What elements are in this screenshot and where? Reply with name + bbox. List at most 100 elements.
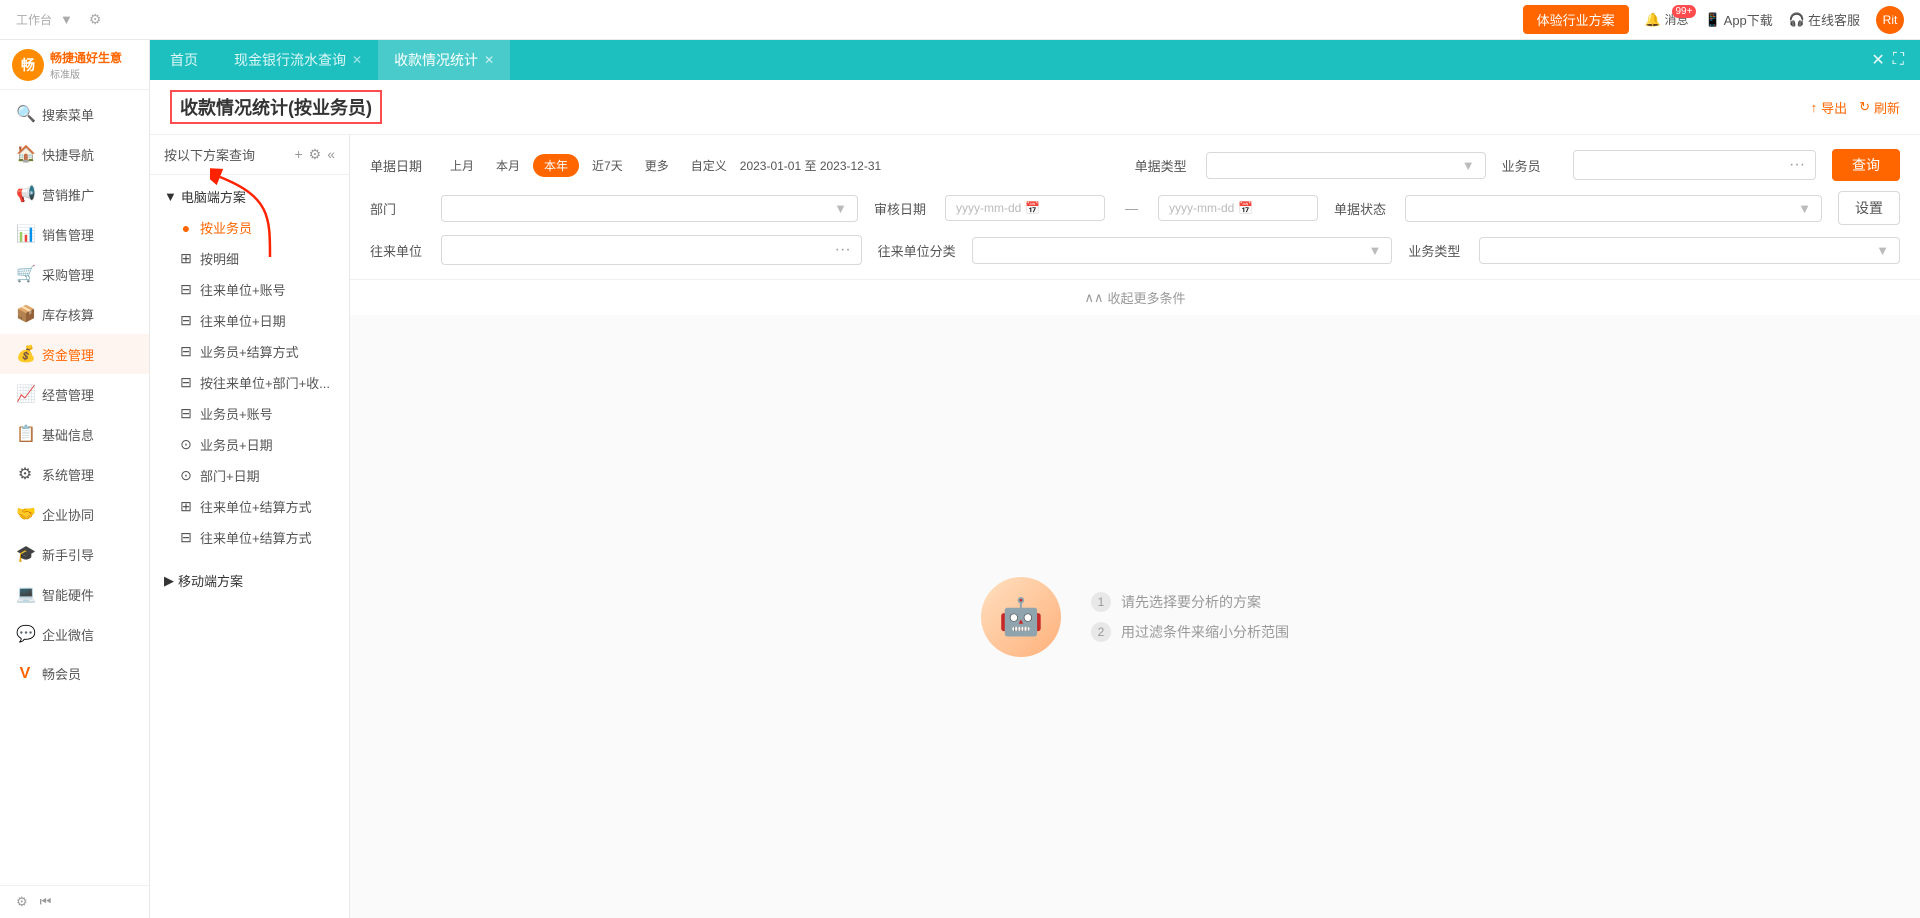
export-button[interactable]: ↑ 导出 [1811, 98, 1848, 117]
sidebar-item-purchase[interactable]: 🛒 采购管理 [0, 254, 149, 294]
collapse-left-panel-icon[interactable]: « [327, 146, 335, 163]
online-service[interactable]: 🎧 在线客服 [1789, 10, 1860, 29]
calendar-from-icon[interactable]: 📅 [1025, 201, 1040, 215]
user-avatar[interactable]: Rit [1876, 6, 1904, 34]
tree-item-salesman-settlement[interactable]: ⊟ 业务员+结算方式 [150, 336, 349, 367]
unit-dept-icon: ⊟ [178, 374, 194, 391]
tab-home[interactable]: 首页 [150, 40, 218, 80]
tree-item-by-detail[interactable]: ⊞ 按明细 [150, 243, 349, 274]
notification-area[interactable]: 🔔 消息 99+ [1645, 11, 1689, 28]
tree-expand-icon: ▼ [164, 189, 177, 204]
more-dots-partner[interactable]: ··· [835, 241, 851, 259]
settings-button[interactable]: 设置 [1838, 191, 1900, 225]
tab-collection-stat[interactable]: 收款情况统计 ✕ [378, 40, 510, 80]
main-layout: 畅 畅捷通好生意 标准版 🔍 搜索菜单 🏠 快捷导航 📢 营销推广 📊 [0, 40, 1920, 918]
tree-item-salesman-account[interactable]: ⊟ 业务员+账号 [150, 398, 349, 429]
salesman-account-icon: ⊟ [178, 405, 194, 422]
doc-type-select[interactable]: ▼ [1206, 152, 1486, 179]
sidebar-item-operations[interactable]: 📈 经营管理 [0, 374, 149, 414]
detail-icon: ⊞ [178, 250, 194, 267]
logo-icon: 畅 [12, 49, 44, 81]
tab-bank-flow[interactable]: 现金银行流水查询 ✕ [218, 40, 378, 80]
tab-close-collection[interactable]: ✕ [484, 53, 494, 67]
salesman-select[interactable]: ··· [1573, 150, 1816, 180]
tree-item-dept-date[interactable]: ⊙ 部门+日期 [150, 460, 349, 491]
sidebar-item-member[interactable]: V 畅会员 [0, 654, 149, 693]
tab-bar: 首页 现金银行流水查询 ✕ 收款情况统计 ✕ ✕ ⛶ [150, 40, 1920, 80]
partner-category-select[interactable]: ▼ [972, 237, 1393, 264]
left-panel-header: 按以下方案查询 + ⚙ « [150, 135, 349, 175]
review-date-from[interactable]: yyyy-mm-dd 📅 [945, 195, 1105, 221]
basic-info-icon: 📋 [16, 424, 34, 444]
filter-row-2: 部门 ▼ 审核日期 yyyy-mm-dd 📅 — yyyy-mm-dd [370, 191, 1900, 225]
more-dots-salesman[interactable]: ··· [1789, 156, 1805, 174]
scheme-settings-icon[interactable]: ⚙ [309, 146, 322, 163]
member-icon: V [16, 665, 34, 683]
query-button[interactable]: 查询 [1832, 149, 1900, 181]
date-btn-more[interactable]: 更多 [636, 153, 678, 178]
refresh-button[interactable]: ↻ 刷新 [1859, 98, 1900, 117]
sidebar-item-finance[interactable]: 💰 资金管理 [0, 334, 149, 374]
tree-mobile-header[interactable]: ▶ 移动端方案 [150, 565, 349, 596]
tab-close-all-icon[interactable]: ✕ [1871, 50, 1884, 70]
date-btn-last-7-days[interactable]: 近7天 [583, 153, 632, 178]
sidebar: 畅 畅捷通好生意 标准版 🔍 搜索菜单 🏠 快捷导航 📢 营销推广 📊 [0, 40, 150, 918]
add-scheme-icon[interactable]: + [294, 146, 302, 163]
gear-settings-icon[interactable]: ⚙ [89, 11, 102, 28]
bell-icon: 🔔 [1645, 12, 1661, 27]
tree-item-by-salesman[interactable]: ● 按业务员 [150, 212, 349, 243]
smart-hardware-icon: 💻 [16, 584, 34, 604]
logo-text-area: 畅捷通好生意 标准版 [50, 49, 122, 81]
unit-settle2-icon: ⊟ [178, 529, 194, 546]
partner-label: 往来单位 [370, 241, 425, 260]
unit-account-icon: ⊟ [178, 281, 194, 298]
workspace-label: 工作台 [16, 11, 52, 28]
tab-close-bank-flow[interactable]: ✕ [352, 53, 362, 67]
page-actions: ↑ 导出 ↻ 刷新 [1811, 98, 1900, 117]
collapse-bar[interactable]: ∧∧ 收起更多条件 [350, 279, 1920, 315]
collapse-label: 收起更多条件 [1108, 288, 1186, 307]
date-btn-custom[interactable]: 自定义 [682, 153, 736, 178]
tip2-text: 用过滤条件来缩小分析范围 [1121, 622, 1289, 642]
tree-item-salesman-date[interactable]: ⊙ 业务员+日期 [150, 429, 349, 460]
trial-btn[interactable]: 体验行业方案 [1523, 5, 1629, 34]
calendar-to-icon[interactable]: 📅 [1238, 201, 1253, 215]
sidebar-item-basic-info[interactable]: 📋 基础信息 [0, 414, 149, 454]
date-btn-last-month[interactable]: 上月 [441, 153, 483, 178]
date-btn-this-month[interactable]: 本月 [487, 153, 529, 178]
tree-section-mobile: ▶ 移动端方案 [150, 559, 349, 602]
logo-title: 畅捷通好生意 [50, 49, 122, 66]
sidebar-item-marketing[interactable]: 📢 营销推广 [0, 174, 149, 214]
sidebar-item-wechat[interactable]: 💬 企业微信 [0, 614, 149, 654]
sidebar-bottom: ⚙ ⏮ [0, 885, 149, 918]
sidebar-item-smart-hardware[interactable]: 💻 智能硬件 [0, 574, 149, 614]
biz-type-select[interactable]: ▼ [1479, 237, 1900, 264]
doc-status-select[interactable]: ▼ [1405, 195, 1822, 222]
tree-mobile-expand-icon: ▶ [164, 573, 174, 589]
collapse-sidebar-icon[interactable]: ⏮ [40, 894, 52, 910]
dept-select[interactable]: ▼ [441, 195, 858, 222]
right-filter: 单据日期 上月 本月 本年 近7天 更多 自定义 2023-01-01 至 20… [350, 135, 1920, 918]
tree-desktop-header[interactable]: ▼ 电脑端方案 [150, 181, 349, 212]
sidebar-item-search-menu[interactable]: 🔍 搜索菜单 [0, 94, 149, 134]
tree-item-unit-dept-collect[interactable]: ⊟ 按往来单位+部门+收... [150, 367, 349, 398]
chevron-down-partner-cat: ▼ [1368, 243, 1381, 258]
tree-item-unit-settlement1[interactable]: ⊞ 往来单位+结算方式 [150, 491, 349, 522]
sidebar-item-enterprise[interactable]: 🤝 企业协同 [0, 494, 149, 534]
sidebar-item-inventory[interactable]: 📦 库存核算 [0, 294, 149, 334]
sidebar-item-beginner[interactable]: 🎓 新手引导 [0, 534, 149, 574]
tree-item-unit-settlement2[interactable]: ⊟ 往来单位+结算方式 [150, 522, 349, 553]
sidebar-item-quick-nav[interactable]: 🏠 快捷导航 [0, 134, 149, 174]
sidebar-item-system[interactable]: ⚙ 系统管理 [0, 454, 149, 494]
partner-select[interactable]: ··· [441, 235, 862, 265]
page-header: 收款情况统计(按业务员) ↑ 导出 ↻ 刷新 [150, 80, 1920, 135]
sidebar-item-sales[interactable]: 📊 销售管理 [0, 214, 149, 254]
tree-item-unit-account[interactable]: ⊟ 往来单位+账号 [150, 274, 349, 305]
app-download[interactable]: 📱 App下载 [1704, 10, 1772, 29]
review-date-to[interactable]: yyyy-mm-dd 📅 [1158, 195, 1318, 221]
tree-item-unit-date[interactable]: ⊟ 往来单位+日期 [150, 305, 349, 336]
settings-bottom-icon[interactable]: ⚙ [16, 894, 28, 910]
filter-layout: 按以下方案查询 + ⚙ « [150, 135, 1920, 918]
date-btn-this-year[interactable]: 本年 [533, 154, 579, 177]
tab-maximize-icon[interactable]: ⛶ [1893, 51, 1904, 69]
